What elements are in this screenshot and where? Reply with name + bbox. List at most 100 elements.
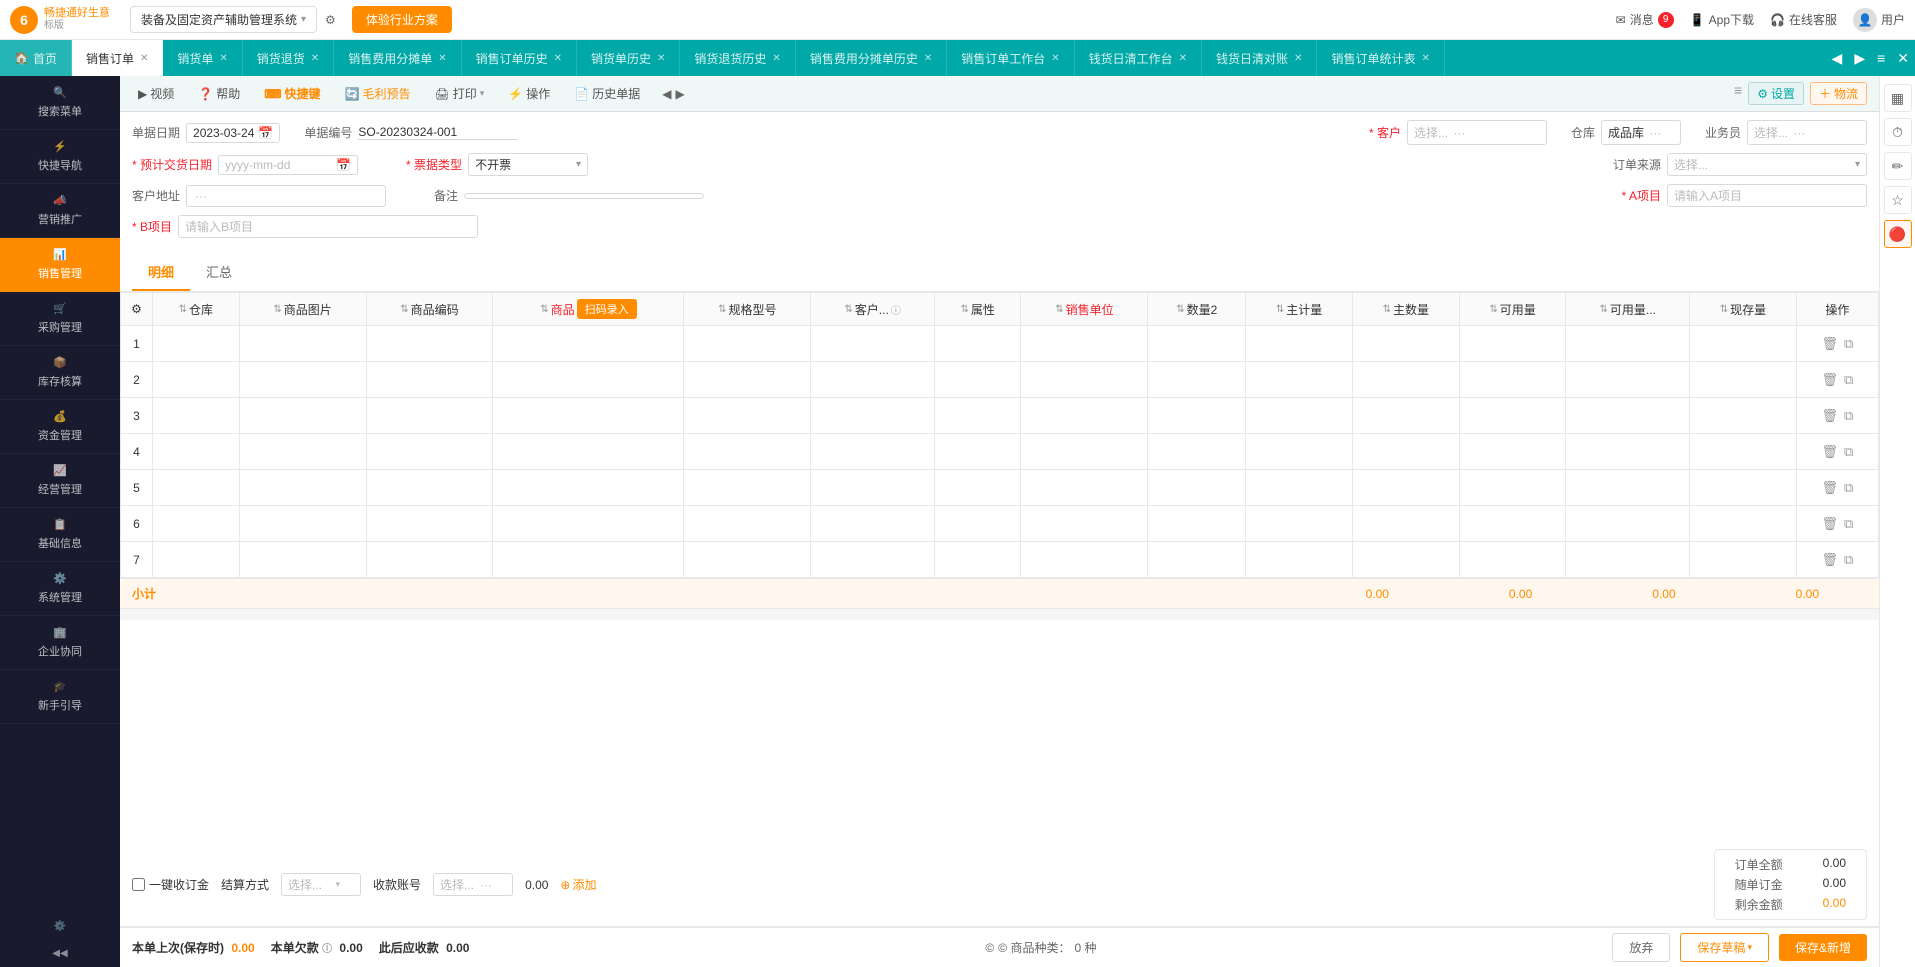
row4-attr[interactable] [934,434,1021,470]
row2-delete-icon[interactable]: 🗑 [1821,372,1838,388]
tab-sales-refund-close[interactable]: ✕ [311,53,319,64]
right-panel-icon-1[interactable]: ▦ [1884,84,1912,112]
row2-sales-unit[interactable] [1021,362,1148,398]
row6-product[interactable] [493,506,684,542]
row5-qty2[interactable] [1148,470,1246,506]
row1-copy-icon[interactable]: ⧉ [1844,336,1853,352]
add-logistics-btn[interactable]: ＋ 物流 [1810,82,1867,105]
account-select[interactable]: 选择... ··· [433,873,513,896]
scan-input-btn[interactable]: 扫码录入 [577,299,637,319]
col-main-qty-header[interactable]: ⇅主数量 [1352,293,1459,326]
row1-available[interactable] [1459,326,1566,362]
row3-product[interactable] [493,398,684,434]
nav-prev-arrow[interactable]: ◀ [1826,50,1849,67]
row1-warehouse[interactable] [153,326,240,362]
row1-qty2[interactable] [1148,326,1246,362]
tab-sales-return-close[interactable]: ✕ [219,53,227,64]
row3-copy-icon[interactable]: ⧉ [1844,408,1853,424]
row5-copy-icon[interactable]: ⧉ [1844,480,1853,496]
sidebar-footer-settings[interactable]: ⚙️ [0,913,120,940]
tab-order-history[interactable]: 销售订单历史 ✕ [462,40,577,76]
settings-sidebar-btn[interactable]: ⚙ 设置 [1748,82,1804,105]
row5-warehouse[interactable] [153,470,240,506]
row2-product[interactable] [493,362,684,398]
row1-code[interactable] [366,326,493,362]
tab-return-history-close[interactable]: ✕ [657,53,665,64]
row7-sales-unit[interactable] [1021,542,1148,578]
row5-main-unit[interactable] [1246,470,1353,506]
tab-sales-stat-close[interactable]: ✕ [1421,53,1429,64]
col-gear-header[interactable]: ⚙ [121,293,153,326]
row2-main-unit[interactable] [1246,362,1353,398]
row1-sales-unit[interactable] [1021,326,1148,362]
industry-btn[interactable]: 体验行业方案 [352,6,452,33]
row2-img[interactable] [239,362,366,398]
row1-main-qty[interactable] [1352,326,1459,362]
salesperson-input[interactable]: 选择... ··· [1747,120,1867,145]
col-spec-header[interactable]: ⇅规格型号 [684,293,811,326]
row7-qty2[interactable] [1148,542,1246,578]
print-btn[interactable]: 🖨 打印 ▾ [429,83,491,104]
row5-img[interactable] [239,470,366,506]
nav-close-all-icon[interactable]: ✕ [1891,50,1915,67]
row3-main-unit[interactable] [1246,398,1353,434]
discard-button[interactable]: 放弃 [1612,933,1670,962]
sidebar-item-purchase[interactable]: 🛒 采购管理 [0,292,120,346]
row7-main-qty[interactable] [1352,542,1459,578]
row2-warehouse[interactable] [153,362,240,398]
a-project-input[interactable]: 请输入A项目 [1667,184,1867,207]
online-support-btn[interactable]: 🎧 在线客服 [1770,11,1837,28]
row2-available[interactable] [1459,362,1566,398]
row3-attr[interactable] [934,398,1021,434]
tab-cash-account[interactable]: 钱货日清对账 ✕ [1202,40,1317,76]
row6-available[interactable] [1459,506,1566,542]
one-click-deposit-checkbox[interactable]: 一键收订金 [132,876,209,893]
right-panel-icon-5[interactable]: 🔴 [1884,220,1912,248]
row4-img[interactable] [239,434,366,470]
date-field[interactable]: 2023-03-24 📅 [186,123,280,143]
col-product-img-header[interactable]: ⇅商品图片 [239,293,366,326]
order-source-select[interactable]: 选择... ▾ [1667,153,1867,176]
history-btn[interactable]: 📄 历史单据 [568,83,646,104]
row5-code[interactable] [366,470,493,506]
list-view-icon[interactable]: ≡ [1734,82,1742,105]
tab-sales-order[interactable]: 销售订单 ✕ [72,40,163,76]
col-warehouse-header[interactable]: ⇅仓库 [153,293,240,326]
warehouse-input[interactable]: 成品库 ··· [1601,120,1681,145]
tab-order-workbench-close[interactable]: ✕ [1051,53,1059,64]
row3-code[interactable] [366,398,493,434]
tab-sales-refund[interactable]: 销货退货 ✕ [243,40,334,76]
settings-button[interactable]: ⚙ [317,9,344,31]
row5-sales-unit[interactable] [1021,470,1148,506]
row3-qty2[interactable] [1148,398,1246,434]
right-panel-icon-3[interactable]: ✏ [1884,152,1912,180]
row2-spec[interactable] [684,362,811,398]
nav-next-arrow[interactable]: ▶ [1848,50,1871,67]
row3-img[interactable] [239,398,366,434]
row4-warehouse[interactable] [153,434,240,470]
row1-customer-code[interactable] [811,326,935,362]
right-panel-icon-2[interactable]: ⏱ [1884,118,1912,146]
row2-current-stock[interactable] [1690,362,1797,398]
row4-code[interactable] [366,434,493,470]
col-product-header[interactable]: ⇅商品 扫码录入 [493,293,684,326]
row5-available2[interactable] [1566,470,1690,506]
row7-spec[interactable] [684,542,811,578]
view-video-btn[interactable]: ▶ 视频 [132,83,180,104]
sidebar-item-enterprise[interactable]: 🏢 企业协同 [0,616,120,670]
row6-warehouse[interactable] [153,506,240,542]
row7-main-unit[interactable] [1246,542,1353,578]
row7-product[interactable] [493,542,684,578]
sidebar-footer-collapse[interactable]: ◀◀ [0,940,120,967]
tab-sales-expense-close[interactable]: ✕ [438,53,446,64]
row1-product[interactable] [493,326,684,362]
row3-available2[interactable] [1566,398,1690,434]
row4-main-qty[interactable] [1352,434,1459,470]
row5-spec[interactable] [684,470,811,506]
col-available2-header[interactable]: ⇅可用量... [1566,293,1690,326]
tab-expense-history[interactable]: 销售费用分摊单历史 ✕ [796,40,947,76]
payment-method-select[interactable]: 选择... ▾ [281,873,361,896]
tab-summary[interactable]: 汇总 [190,254,248,291]
col-sales-unit-header[interactable]: ⇅销售单位 [1021,293,1148,326]
row5-current-stock[interactable] [1690,470,1797,506]
